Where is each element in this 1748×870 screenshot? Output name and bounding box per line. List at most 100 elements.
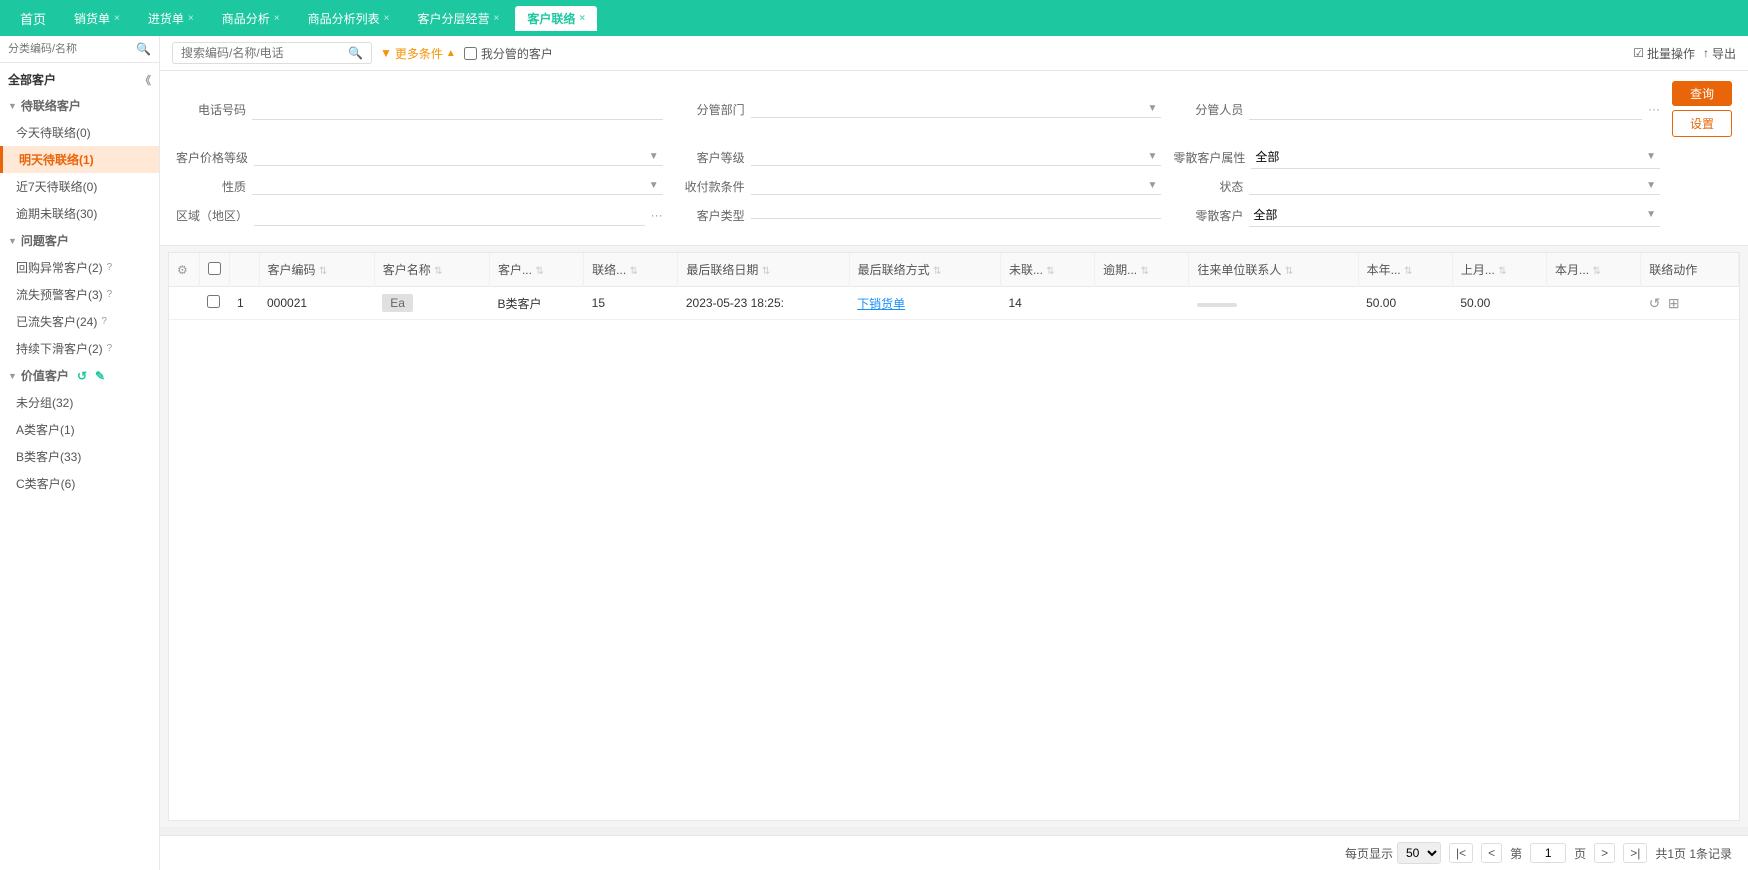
search-input[interactable] xyxy=(181,46,344,60)
refresh-icon[interactable]: ↺ xyxy=(77,369,87,383)
sidebar-item-churn-warning[interactable]: 流失预警客户(3) ? xyxy=(0,281,159,308)
nav-tab-customer-layer[interactable]: 客户分层经营 × xyxy=(405,6,511,31)
phone-input[interactable] xyxy=(252,99,663,120)
sidebar-item-tomorrow-pending[interactable]: 明天待联络(1) xyxy=(0,146,159,173)
sidebar-item-overdue-contact[interactable]: 逾期未联络(30) xyxy=(0,200,159,227)
price-grade-select[interactable]: ▼ xyxy=(254,148,663,166)
retail-customer-label: 零散客户 xyxy=(1173,207,1243,224)
close-icon[interactable]: × xyxy=(579,13,585,24)
filter-row-3: 性质 ▼ 收付款条件 ▼ 状态 xyxy=(176,177,1732,195)
retail-attr-field: 零散客户属性 全部 ▼ xyxy=(1173,145,1660,169)
page-number-input[interactable]: 1 xyxy=(1530,843,1566,863)
more-conditions-button[interactable]: ▼ 更多条件 ▲ xyxy=(380,45,456,62)
sidebar-item-class-b[interactable]: B类客户(33) xyxy=(0,443,159,470)
retail-attr-select[interactable]: 全部 ▼ xyxy=(1251,145,1660,169)
person-label: 分管人员 xyxy=(1173,101,1243,118)
nav-tab-goods-list[interactable]: 商品分析列表 × xyxy=(296,6,402,31)
row-checkbox[interactable] xyxy=(207,295,220,308)
grid-action-icon[interactable]: ⊞ xyxy=(1668,295,1680,311)
status-label: 状态 xyxy=(1173,178,1243,195)
sort-icon[interactable]: ⇅ xyxy=(434,266,442,277)
close-icon[interactable]: × xyxy=(114,13,120,24)
more-icon[interactable]: ··· xyxy=(651,208,663,222)
select-all-checkbox[interactable] xyxy=(208,262,221,275)
close-icon[interactable]: × xyxy=(188,13,194,24)
nav-tab-goods-analysis[interactable]: 商品分析 × xyxy=(210,6,292,31)
customer-type-label: 客户类型 xyxy=(675,207,745,224)
person-field: 分管人员 ··· xyxy=(1173,99,1660,120)
search-icon[interactable]: 🔍 xyxy=(348,46,363,60)
sort-icon[interactable]: ⇅ xyxy=(1404,266,1412,277)
next-page-button[interactable]: > xyxy=(1594,843,1615,863)
collapse-icon[interactable]: 《 xyxy=(140,72,151,88)
sidebar-item-repurchase-anomaly[interactable]: 回购异常客户(2) ? xyxy=(0,254,159,281)
area-input[interactable] xyxy=(254,205,645,226)
status-select[interactable]: ▼ xyxy=(1249,177,1660,195)
nav-tab-customer-contact[interactable]: 客户联络 × xyxy=(515,6,597,31)
page-size-select[interactable]: 50 xyxy=(1397,842,1441,864)
my-customers-checkbox[interactable] xyxy=(464,47,477,60)
person-input[interactable] xyxy=(1249,99,1642,120)
horizontal-scrollbar[interactable] xyxy=(160,827,1748,835)
more-icon[interactable]: ··· xyxy=(1648,102,1660,116)
settings-icon[interactable]: ⚙ xyxy=(177,263,188,277)
sort-icon[interactable]: ⇅ xyxy=(933,266,941,277)
reset-button[interactable]: 设置 xyxy=(1672,110,1732,137)
sort-icon[interactable]: ⇅ xyxy=(1498,266,1506,277)
sort-icon[interactable]: ⇅ xyxy=(1592,266,1600,277)
data-table: ⚙ 客户编码 ⇅ 客户名称 ⇅ xyxy=(169,253,1739,320)
sidebar-item-7days-pending[interactable]: 近7天待联络(0) xyxy=(0,173,159,200)
sidebar-item-class-a[interactable]: A类客户(1) xyxy=(0,416,159,443)
page-size-area: 每页显示 50 xyxy=(1345,842,1441,864)
sidebar-item-class-c[interactable]: C类客户(6) xyxy=(0,470,159,497)
nav-tab-purchase[interactable]: 进货单 × xyxy=(136,6,206,31)
sort-icon[interactable]: ⇅ xyxy=(630,266,638,277)
edit-action-icon[interactable]: ↺ xyxy=(1649,295,1661,311)
sidebar-item-ungrouped[interactable]: 未分组(32) xyxy=(0,389,159,416)
col-name-header: 客户名称 ⇅ xyxy=(374,253,489,287)
code-cell: 000021 xyxy=(259,287,374,320)
chevron-down-icon: ▼ xyxy=(1646,180,1656,191)
export-icon: ↑ xyxy=(1703,46,1709,60)
batch-operation-button[interactable]: ☑ 批量操作 xyxy=(1633,45,1695,62)
advanced-filter-panel: 电话号码 分管部门 ▼ 分管人员 ··· 查询 设置 xyxy=(160,71,1748,246)
last-page-button[interactable]: >| xyxy=(1623,843,1647,863)
sidebar-item-churned[interactable]: 已流失客户(24) ? xyxy=(0,308,159,335)
sidebar-group-pending[interactable]: 待联络客户 xyxy=(0,92,159,119)
sort-icon[interactable]: ⇅ xyxy=(1141,266,1149,277)
payment-select[interactable]: ▼ xyxy=(751,177,1162,195)
search-icon[interactable]: 🔍 xyxy=(136,42,151,56)
sort-icon[interactable]: ⇅ xyxy=(1046,266,1054,277)
query-button[interactable]: 查询 xyxy=(1672,81,1732,106)
nav-home[interactable]: 首页 xyxy=(8,5,58,32)
contact-method-link[interactable]: 下销货单 xyxy=(857,297,905,311)
sidebar-item-today-pending[interactable]: 今天待联络(0) xyxy=(0,119,159,146)
first-page-button[interactable]: |< xyxy=(1449,843,1473,863)
customer-type-select[interactable] xyxy=(751,212,1162,219)
sidebar-search-input[interactable] xyxy=(8,43,132,55)
close-icon[interactable]: × xyxy=(274,13,280,24)
edit-icon[interactable]: ✎ xyxy=(95,369,105,383)
close-icon[interactable]: × xyxy=(384,13,390,24)
nature-select[interactable]: ▼ xyxy=(252,177,663,195)
my-customers-checkbox-area[interactable]: 我分管的客户 xyxy=(464,45,553,62)
export-button[interactable]: ↑ 导出 xyxy=(1703,45,1736,62)
sidebar-item-declining[interactable]: 持续下滑客户(2) ? xyxy=(0,335,159,362)
nav-tab-sales[interactable]: 销货单 × xyxy=(62,6,132,31)
price-grade-field: 客户价格等级 ▼ xyxy=(176,148,663,166)
chevron-up-icon: ▲ xyxy=(446,48,456,59)
customer-grade-select[interactable]: ▼ xyxy=(751,148,1162,166)
sort-icon[interactable]: ⇅ xyxy=(319,266,327,277)
retail-customer-select[interactable]: 全部 ▼ xyxy=(1249,203,1660,227)
prev-page-button[interactable]: < xyxy=(1481,843,1502,863)
sidebar-group-problem[interactable]: 问题客户 xyxy=(0,227,159,254)
sort-icon[interactable]: ⇅ xyxy=(762,266,770,277)
dept-select[interactable]: ▼ xyxy=(751,100,1162,118)
sort-icon[interactable]: ⇅ xyxy=(1285,266,1293,277)
dept-field: 分管部门 ▼ xyxy=(675,100,1162,118)
sidebar-group-value[interactable]: 价值客户 ↺ ✎ xyxy=(0,362,159,389)
chevron-down-icon: ▼ xyxy=(649,180,659,191)
close-icon[interactable]: × xyxy=(493,13,499,24)
grade-cell: B类客户 xyxy=(489,287,583,320)
sort-icon[interactable]: ⇅ xyxy=(535,266,543,277)
